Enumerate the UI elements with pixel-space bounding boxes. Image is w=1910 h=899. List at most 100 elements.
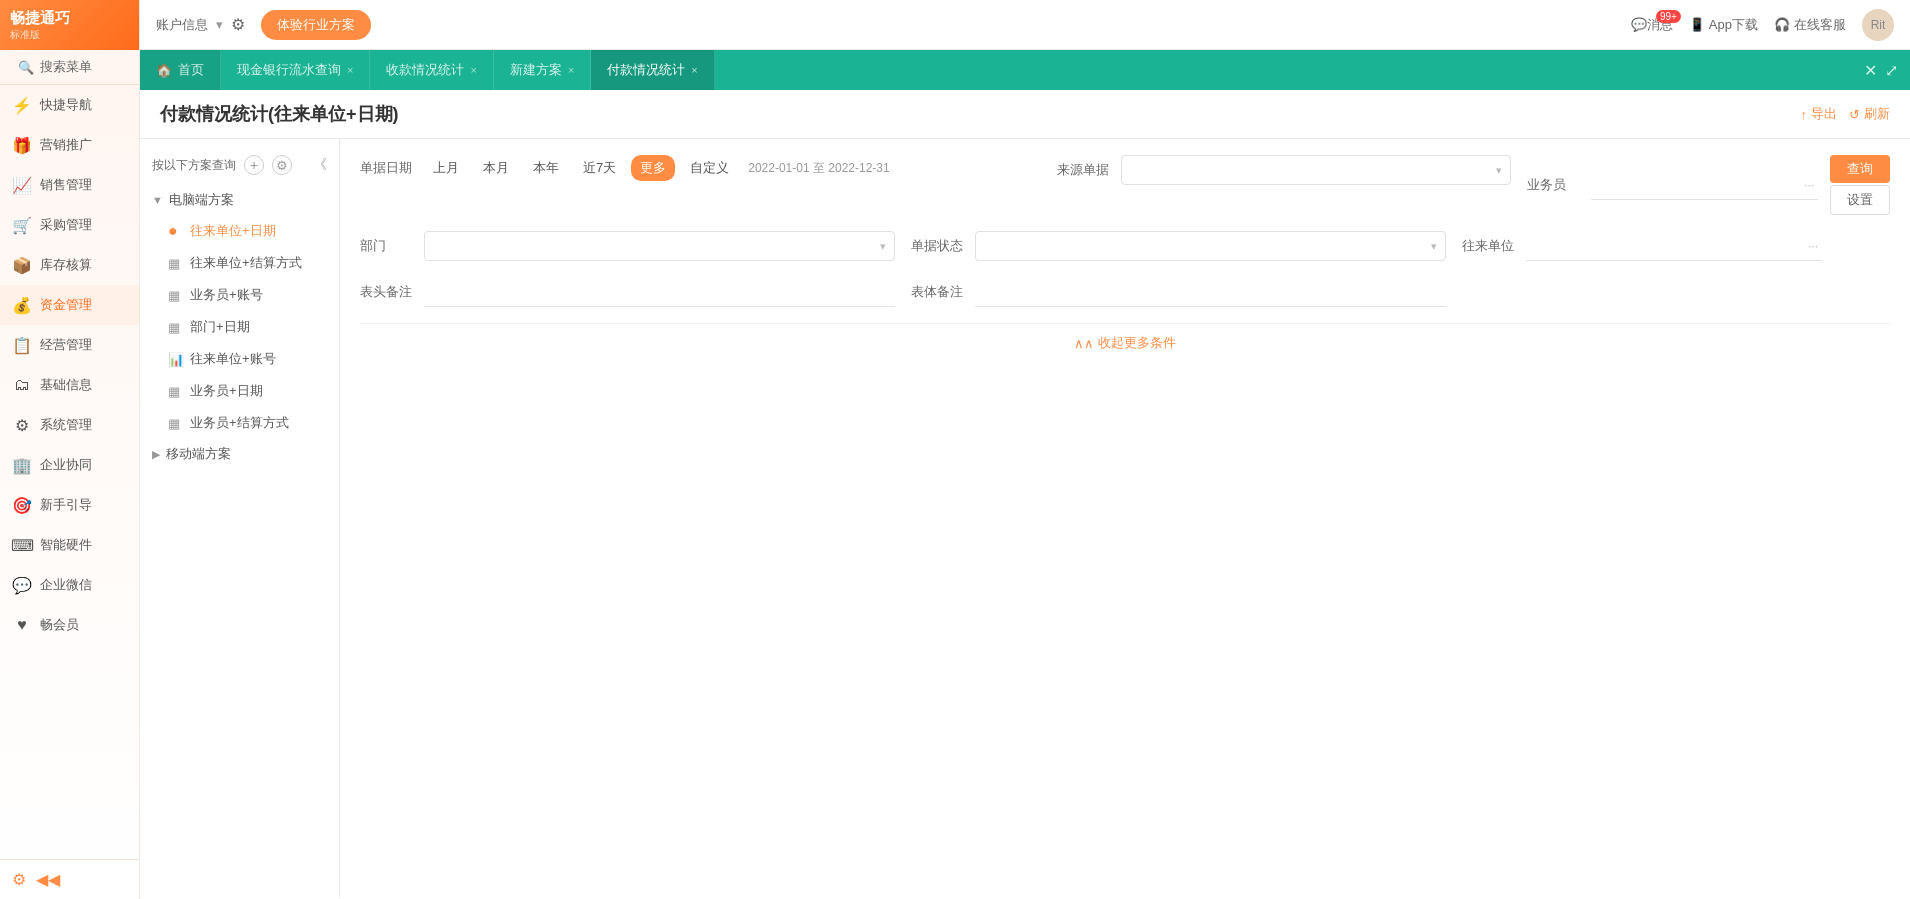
sidebar-item-inventory[interactable]: 📦 库存核算 [0, 245, 139, 285]
sidebar-item-search[interactable]: 🔍 搜索菜单 [0, 50, 139, 85]
header-note-group: 表头备注 [360, 277, 895, 307]
pc-section-arrow-icon: ▼ [152, 194, 163, 206]
sidebar-item-basic-info[interactable]: 🗂 基础信息 [0, 365, 139, 405]
scheme-add-button[interactable]: + [244, 155, 264, 175]
tab-close-bank[interactable]: × [347, 64, 353, 76]
account-dropdown-icon[interactable]: ▾ [216, 17, 223, 32]
sidebar-item-label: 基础信息 [40, 376, 92, 394]
sidebar-item-operation[interactable]: 📋 经营管理 [0, 325, 139, 365]
sidebar-item-label: 经营管理 [40, 336, 92, 354]
header-note-label: 表头备注 [360, 283, 416, 301]
tab-collection[interactable]: 收款情况统计 × [370, 50, 493, 90]
header: 账户信息 ▾ ⚙ 体验行业方案 💬 消息 99+ 📱 App下载 🎧 在线客服 … [140, 0, 1910, 50]
online-service-button[interactable]: 🎧 在线客服 [1774, 16, 1846, 34]
date-option-this-month[interactable]: 本月 [474, 155, 518, 181]
body-note-group: 表体备注 [911, 277, 1446, 307]
date-option-custom[interactable]: 自定义 [681, 155, 738, 181]
sidebar-item-marketing[interactable]: 🎁 营销推广 [0, 125, 139, 165]
tab-label: 现金银行流水查询 [237, 61, 341, 79]
header-settings-icon[interactable]: ⚙ [231, 15, 245, 34]
scheme-item-staff-date[interactable]: ▦ 业务员+日期 [140, 375, 339, 407]
partner-filter-group: 往来单位 ··· [1462, 231, 1890, 261]
source-select[interactable]: ▾ [1121, 155, 1511, 185]
dept-select[interactable]: ▾ [424, 231, 895, 261]
sidebar-item-guide[interactable]: 🎯 新手引导 [0, 485, 139, 525]
member-icon: ♥ [12, 615, 32, 635]
header-note-input[interactable] [424, 277, 895, 307]
mobile-section-label: 移动端方案 [166, 445, 231, 463]
scheme-item-staff-account[interactable]: ▦ 业务员+账号 [140, 279, 339, 311]
chart-icon: 📊 [168, 352, 184, 367]
scheme-settings-button[interactable]: ⚙ [272, 155, 292, 175]
tab-new-plan[interactable]: 新建方案 × [494, 50, 591, 90]
expand-icon[interactable]: ⤢ [1885, 61, 1898, 80]
sidebar-item-cooperation[interactable]: 🏢 企业协同 [0, 445, 139, 485]
tab-bank[interactable]: 现金银行流水查询 × [221, 50, 370, 90]
scheme-item-unit-date[interactable]: ● 往来单位+日期 [140, 215, 339, 247]
date-option-this-year[interactable]: 本年 [524, 155, 568, 181]
date-filter-group: 单据日期 上月 本月 本年 近7天 更多 自定义 2022-01-01 至 20… [360, 155, 1041, 181]
quick-nav-icon: ⚡ [12, 95, 32, 115]
scheme-icon: ▦ [168, 384, 184, 399]
tab-close-payment[interactable]: × [691, 64, 697, 76]
sidebar-item-wechat[interactable]: 💬 企业微信 [0, 565, 139, 605]
sidebar-item-member[interactable]: ♥ 畅会员 [0, 605, 139, 645]
date-option-last-month[interactable]: 上月 [424, 155, 468, 181]
sidebar-item-hardware[interactable]: ⌨ 智能硬件 [0, 525, 139, 565]
tabbar: 🏠 首页 现金银行流水查询 × 收款情况统计 × 新建方案 × 付款情况统计 ×… [140, 50, 1910, 90]
sidebar-item-label: 库存核算 [40, 256, 92, 274]
header-right: 💬 消息 99+ 📱 App下载 🎧 在线客服 Rit [1631, 9, 1894, 41]
scheme-icon: ▦ [168, 416, 184, 431]
doc-status-select[interactable]: ▾ [975, 231, 1446, 261]
scheme-item-label: 部门+日期 [190, 318, 250, 336]
date-option-more[interactable]: 更多 [631, 155, 675, 181]
scheme-item-staff-settle[interactable]: ▦ 业务员+结算方式 [140, 407, 339, 439]
messages-button[interactable]: 💬 消息 99+ [1631, 16, 1673, 34]
scheme-collapse-button[interactable]: 《 [313, 156, 327, 174]
date-options: 上月 本月 本年 近7天 更多 自定义 2022-01-01 至 2022-12… [424, 155, 890, 181]
tab-close-collection[interactable]: × [470, 64, 476, 76]
scheme-item-unit-account[interactable]: 📊 往来单位+账号 [140, 343, 339, 375]
tab-home[interactable]: 🏠 首页 [140, 50, 221, 90]
scheme-item-dept-date[interactable]: ▦ 部门+日期 [140, 311, 339, 343]
tab-payment[interactable]: 付款情况统计 × [591, 50, 714, 90]
gear-icon[interactable]: ⚙ [12, 870, 26, 889]
collapse-sidebar-icon[interactable]: ◀◀ [36, 870, 60, 889]
scheme-icon: ▦ [168, 320, 184, 335]
query-button[interactable]: 查询 [1830, 155, 1890, 183]
search-icon: 🔍 [18, 60, 34, 75]
date-label: 单据日期 [360, 159, 416, 177]
sidebar-item-system[interactable]: ⚙ 系统管理 [0, 405, 139, 445]
avatar[interactable]: Rit [1862, 9, 1894, 41]
sidebar-item-quick-nav[interactable]: ⚡ 快捷导航 [0, 85, 139, 125]
close-all-tabs-icon[interactable]: ✕ [1864, 61, 1877, 80]
mobile-section-header[interactable]: ▶ 移动端方案 [140, 439, 339, 469]
wechat-icon: 💬 [12, 575, 32, 595]
home-icon: 🏠 [156, 63, 172, 78]
sidebar-item-finance[interactable]: 💰 资金管理 [0, 285, 139, 325]
tab-label: 收款情况统计 [386, 61, 464, 79]
partner-label: 往来单位 [1462, 237, 1518, 255]
pc-section-header[interactable]: ▼ 电脑端方案 [140, 185, 339, 215]
body-note-input[interactable] [975, 277, 1446, 307]
purchase-icon: 🛒 [12, 215, 32, 235]
scheme-panel-title: 按以下方案查询 [152, 157, 236, 174]
trial-industry-button[interactable]: 体验行业方案 [261, 10, 371, 40]
sidebar-item-purchase[interactable]: 🛒 采购管理 [0, 205, 139, 245]
settings-button[interactable]: 设置 [1830, 185, 1890, 215]
message-icon: 💬 [1631, 17, 1647, 32]
date-option-last-7[interactable]: 近7天 [574, 155, 625, 181]
export-button[interactable]: ↑ 导出 [1801, 105, 1838, 123]
header-actions: ↑ 导出 ↺ 刷新 [1801, 105, 1891, 123]
staff-ellipsis-icon: ··· [1804, 178, 1814, 192]
sidebar-item-label: 资金管理 [40, 296, 92, 314]
service-label: 在线客服 [1794, 16, 1846, 34]
refresh-button[interactable]: ↺ 刷新 [1849, 105, 1890, 123]
collapse-conditions-bar[interactable]: ∧∧ 收起更多条件 [360, 323, 1890, 362]
scheme-panel-header: 按以下方案查询 + ⚙ 《 [140, 149, 339, 185]
main-content: 付款情况统计(往来单位+日期) ↑ 导出 ↺ 刷新 按以下方案查询 + ⚙ 《 [140, 90, 1910, 899]
tab-close-new-plan[interactable]: × [568, 64, 574, 76]
sidebar-item-sales[interactable]: 📈 销售管理 [0, 165, 139, 205]
scheme-item-unit-settle[interactable]: ▦ 往来单位+结算方式 [140, 247, 339, 279]
app-download-button[interactable]: 📱 App下载 [1689, 16, 1758, 34]
